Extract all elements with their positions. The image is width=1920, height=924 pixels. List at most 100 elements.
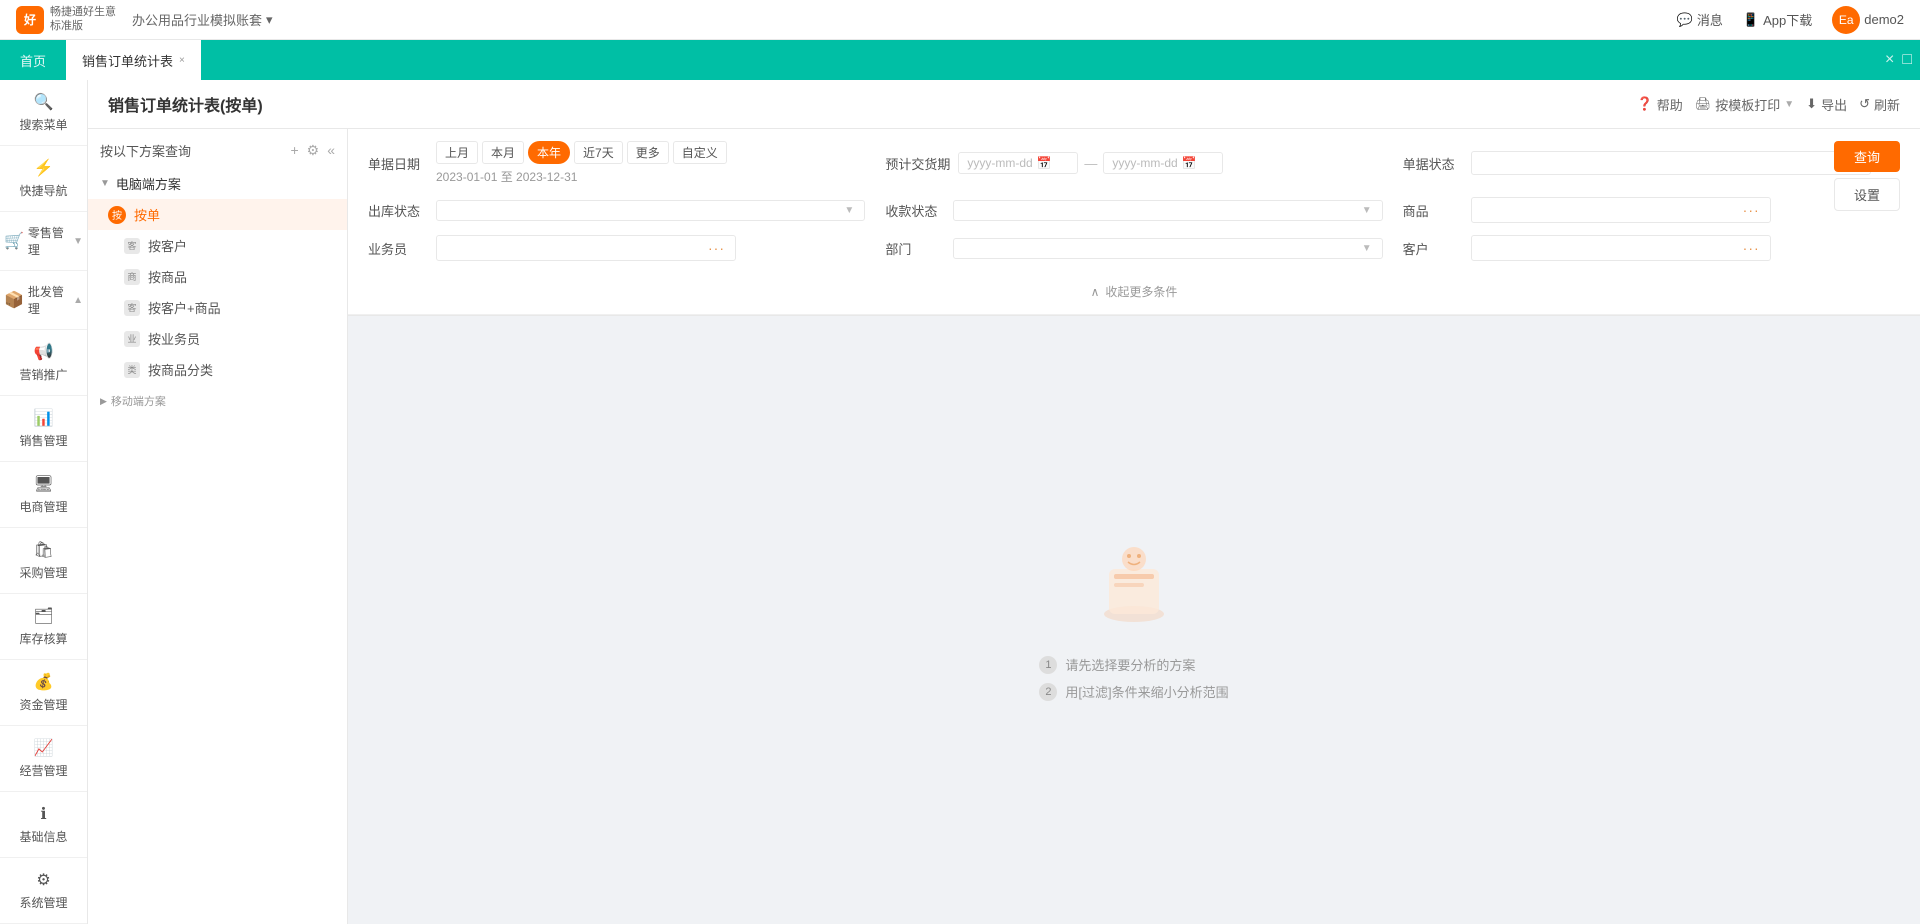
bill-status-select[interactable]: ··· ▼ — [1471, 151, 1871, 175]
filter-dispatch-status: 出库状态 ▼ — [368, 200, 865, 221]
collection-status-select[interactable]: ▼ — [953, 200, 1382, 221]
date-btn-lastmonth[interactable]: 上月 — [436, 141, 478, 164]
scheme-by-order[interactable]: 按 按单 — [88, 199, 347, 230]
sidebar-item-marketing[interactable]: 📢 营销推广 — [0, 330, 87, 396]
action-buttons: 查询 设置 — [1834, 141, 1900, 211]
sidebar-item-system[interactable]: ⚙ 系统管理 — [0, 858, 87, 924]
collapse-button[interactable]: ∧ 收起更多条件 — [1085, 277, 1184, 306]
expected-date-end[interactable]: yyyy-mm-dd 📅 — [1103, 152, 1223, 174]
collapse-panel-icon[interactable]: « — [327, 142, 335, 159]
wholesale-arrow-icon: ▲ — [73, 295, 83, 306]
user-menu[interactable]: Ea demo2 — [1832, 6, 1904, 34]
pc-section[interactable]: ▼ 电脑端方案 — [88, 168, 347, 199]
sidebar-item-sales[interactable]: 📊 销售管理 — [0, 396, 87, 462]
tab-home[interactable]: 首页 — [0, 40, 66, 80]
filter-expected-date: 预计交货期 yyyy-mm-dd 📅 — yyyy-mm-dd 📅 — [885, 152, 1382, 174]
department-select[interactable]: ▼ — [953, 238, 1382, 259]
main-layout: 🔍 搜索菜单 ⚡ 快捷导航 🛒 零售管理 ▼ 📦 批发管理 ▲ 📢 营销推广 📊… — [0, 80, 1920, 924]
refresh-icon: ↺ — [1859, 96, 1870, 112]
filter-collection-status: 收款状态 ▼ — [885, 200, 1382, 221]
query-button[interactable]: 查询 — [1834, 141, 1900, 172]
window-close-icon[interactable]: × — [1885, 51, 1894, 69]
sidebar-item-finance[interactable]: 💰 资金管理 — [0, 660, 87, 726]
export-button[interactable]: ⬇ 导出 — [1806, 95, 1847, 114]
tab-close-icon[interactable]: × — [179, 55, 185, 66]
left-panel-icons: + ⚙ « — [290, 142, 335, 159]
print-icon: 🖨 — [1695, 96, 1712, 112]
expected-date-label: 预计交货期 — [885, 154, 950, 173]
filter-bill-date: 单据日期 上月 本月 本年 近7天 更多 自定义 20 — [368, 141, 865, 185]
sidebar-item-wholesale[interactable]: 📦 批发管理 ▲ — [0, 271, 87, 330]
customer-input[interactable]: ··· — [1471, 235, 1771, 261]
purchase-icon: 🛍 — [33, 540, 53, 560]
search-icon: 🔍 — [34, 92, 54, 112]
sidebar-item-ecommerce[interactable]: 🖥 电商管理 — [0, 462, 87, 528]
scheme-by-category[interactable]: 类 按商品分类 — [88, 354, 347, 385]
date-btn-custom[interactable]: 自定义 — [673, 141, 727, 164]
filter-salesperson: 业务员 ··· — [368, 235, 865, 261]
date-placeholder-2: yyyy-mm-dd — [1112, 156, 1177, 170]
dispatch-status-select[interactable]: ▼ — [436, 200, 865, 221]
dispatch-caret-icon: ▼ — [844, 205, 854, 216]
app-download-button[interactable]: 📱 App下载 — [1743, 10, 1812, 29]
sidebar-item-retail[interactable]: 🛒 零售管理 ▼ — [0, 212, 87, 271]
sidebar-item-quicknav[interactable]: ⚡ 快捷导航 — [0, 146, 87, 212]
logo-text: 畅捷通好生意 标准版 — [50, 6, 116, 32]
sidebar-item-inventory[interactable]: 🗂 库存核算 — [0, 594, 87, 660]
settings-scheme-icon[interactable]: ⚙ — [307, 142, 320, 159]
help-icon: ❓ — [1637, 96, 1653, 112]
avatar: Ea — [1832, 6, 1860, 34]
expected-date-start[interactable]: yyyy-mm-dd 📅 — [958, 152, 1078, 174]
message-button[interactable]: 💬 消息 — [1677, 10, 1723, 29]
customer-dots-icon: ··· — [1743, 240, 1760, 256]
logo: 好 畅捷通好生意 标准版 — [16, 6, 116, 34]
sidebar-item-basicinfo[interactable]: ℹ 基础信息 — [0, 792, 87, 858]
print-button[interactable]: 🖨 按模板打印 ▼ — [1695, 95, 1794, 114]
tab-sales-order-stats[interactable]: 销售订单统计表 × — [66, 40, 201, 80]
wholesale-icon: 📦 — [4, 290, 24, 310]
add-scheme-icon[interactable]: + — [290, 142, 298, 159]
mobile-section-arrow-icon: ▶ — [100, 396, 107, 407]
date-btn-more[interactable]: 更多 — [627, 141, 669, 164]
print-arrow-icon: ▼ — [1784, 99, 1794, 110]
sidebar: 🔍 搜索菜单 ⚡ 快捷导航 🛒 零售管理 ▼ 📦 批发管理 ▲ 📢 营销推广 📊… — [0, 80, 88, 924]
salesperson-input[interactable]: ··· — [436, 235, 736, 261]
settings-button[interactable]: 设置 — [1834, 178, 1900, 211]
salesperson-dots-icon: ··· — [708, 240, 725, 256]
sales-icon: 📊 — [34, 408, 54, 428]
bill-date-label: 单据日期 — [368, 154, 428, 173]
scheme-by-customer-goods[interactable]: 客 按客户+商品 — [88, 292, 347, 323]
top-bar-right: 💬 消息 📱 App下载 Ea demo2 — [1677, 6, 1904, 34]
breadcrumb[interactable]: 办公用品行业模拟账套 ▾ — [132, 10, 273, 29]
calendar-end-icon: 📅 — [1182, 156, 1197, 170]
refresh-button[interactable]: ↺ 刷新 — [1859, 95, 1900, 114]
collapse-icon: ∧ — [1091, 285, 1100, 299]
date-btn-7days[interactable]: 近7天 — [574, 141, 623, 164]
goods-input[interactable]: ··· — [1471, 197, 1771, 223]
scheme-by-goods[interactable]: 商 按商品 — [88, 261, 347, 292]
left-panel-header: 按以下方案查询 + ⚙ « — [88, 141, 347, 168]
logo-icon: 好 — [16, 6, 44, 34]
mobile-section[interactable]: ▶ 移动端方案 — [88, 385, 347, 413]
marketing-icon: 📢 — [34, 342, 54, 362]
date-buttons: 上月 本月 本年 近7天 更多 自定义 — [436, 141, 727, 164]
scheme-by-order-icon: 按 — [108, 206, 126, 224]
message-icon: 💬 — [1677, 12, 1693, 28]
filter-department: 部门 ▼ — [885, 238, 1382, 259]
ecommerce-icon: 🖥 — [33, 474, 53, 494]
help-button[interactable]: ❓ 帮助 — [1637, 95, 1683, 114]
sidebar-item-operations[interactable]: 📈 经营管理 — [0, 726, 87, 792]
filter-bill-status: 单据状态 ··· ▼ — [1403, 151, 1900, 175]
window-maximize-icon[interactable]: □ — [1902, 51, 1912, 69]
date-btn-thisyear[interactable]: 本年 — [528, 141, 570, 164]
sidebar-item-purchase[interactable]: 🛍 采购管理 — [0, 528, 87, 594]
sidebar-item-search[interactable]: 🔍 搜索菜单 — [0, 80, 87, 146]
scheme-by-cg-icon: 客 — [124, 300, 140, 316]
date-btn-thismonth[interactable]: 本月 — [482, 141, 524, 164]
collection-label: 收款状态 — [885, 201, 945, 220]
left-panel: 按以下方案查询 + ⚙ « ▼ 电脑端方案 按 按单 客 — [88, 129, 348, 924]
scheme-by-salesperson[interactable]: 业 按业务员 — [88, 323, 347, 354]
date-placeholder-1: yyyy-mm-dd — [967, 156, 1032, 170]
scheme-by-customer-icon: 客 — [124, 238, 140, 254]
scheme-by-customer[interactable]: 客 按客户 — [88, 230, 347, 261]
